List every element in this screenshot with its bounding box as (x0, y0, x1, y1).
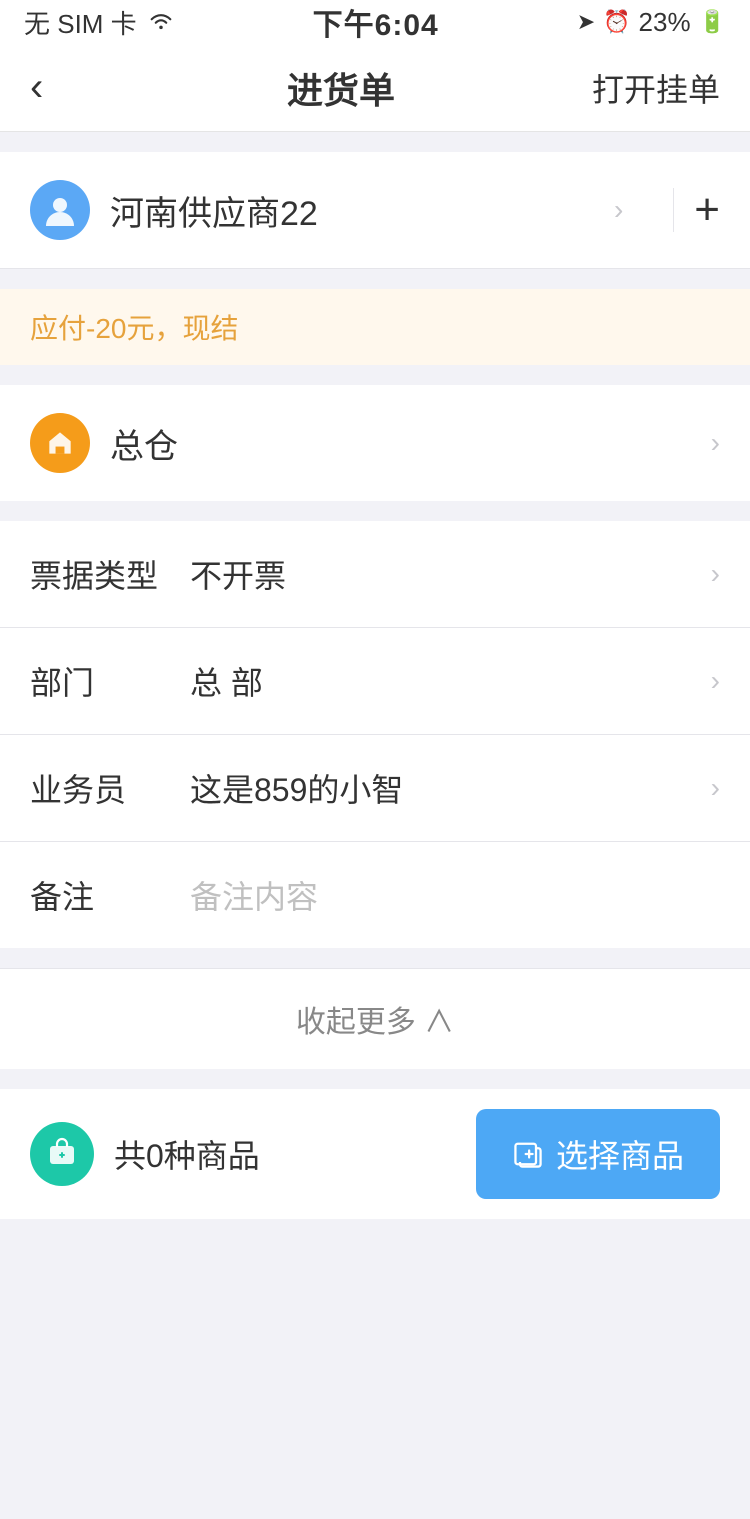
wifi-icon (147, 7, 175, 38)
content: 河南供应商22 › + 应付-20元，现结 总仓 › 票据类型 不开票 › (0, 152, 750, 1519)
status-bar: 无 SIM 卡 下午6:04 ➤ ⏰ 23% 🔋 (0, 0, 750, 44)
select-product-label: 选择商品 (556, 1131, 684, 1177)
invoice-type-row[interactable]: 票据类型 不开票 › (0, 521, 750, 628)
status-time: 下午6:04 (313, 0, 439, 44)
bottom-bar: 共0种商品 选择商品 (0, 1089, 750, 1219)
select-product-button[interactable]: 选择商品 (476, 1109, 720, 1199)
alarm-icon: ⏰ (603, 9, 630, 35)
department-chevron-icon: › (711, 665, 720, 697)
remark-placeholder: 备注内容 (170, 872, 720, 918)
supplier-avatar (30, 180, 90, 240)
add-supplier-button[interactable]: + (694, 188, 720, 232)
collapse-button[interactable]: 收起更多 ∧ (0, 968, 750, 1069)
status-right: ➤ ⏰ 23% 🔋 (577, 7, 726, 38)
supplier-card: 河南供应商22 › + (0, 152, 750, 269)
invoice-type-value: 不开票 (170, 551, 711, 597)
department-value: 总 部 (170, 658, 711, 704)
remark-label: 备注 (30, 872, 170, 918)
supplier-name: 河南供应商22 (110, 186, 614, 235)
salesperson-label: 业务员 (30, 765, 170, 811)
warehouse-chevron-icon: › (711, 427, 720, 459)
product-icon (30, 1122, 94, 1186)
salesperson-value: 这是859的小智 (170, 765, 711, 811)
notice-bar: 应付-20元，现结 (0, 289, 750, 365)
nav-bar: ‹ 进货单 打开挂单 (0, 44, 750, 132)
supplier-chevron-icon: › (614, 194, 623, 226)
battery-icon: 🔋 (699, 9, 726, 35)
open-pending-button[interactable]: 打开挂单 (592, 65, 720, 111)
back-button[interactable]: ‹ (30, 65, 90, 110)
status-left: 无 SIM 卡 (24, 4, 175, 41)
salesperson-chevron-icon: › (711, 772, 720, 804)
notice-text: 应付-20元，现结 (30, 313, 238, 344)
warehouse-name: 总仓 (110, 419, 711, 468)
invoice-type-chevron-icon: › (711, 558, 720, 590)
form-card: 票据类型 不开票 › 部门 总 部 › 业务员 这是859的小智 › 备注 备注… (0, 521, 750, 948)
warehouse-icon (30, 413, 90, 473)
battery-text: 23% (639, 7, 691, 38)
main-background (0, 1219, 750, 1519)
carrier-text: 无 SIM 卡 (24, 4, 137, 41)
supplier-row[interactable]: 河南供应商22 › + (0, 152, 750, 269)
invoice-type-label: 票据类型 (30, 551, 170, 597)
divider (673, 188, 674, 232)
location-icon: ➤ (577, 9, 595, 35)
warehouse-card: 总仓 › (0, 385, 750, 501)
warehouse-row[interactable]: 总仓 › (0, 385, 750, 501)
remark-row[interactable]: 备注 备注内容 (0, 842, 750, 948)
product-count: 共0种商品 (114, 1131, 456, 1177)
department-row[interactable]: 部门 总 部 › (0, 628, 750, 735)
salesperson-row[interactable]: 业务员 这是859的小智 › (0, 735, 750, 842)
department-label: 部门 (30, 658, 170, 704)
page-title: 进货单 (287, 62, 395, 114)
